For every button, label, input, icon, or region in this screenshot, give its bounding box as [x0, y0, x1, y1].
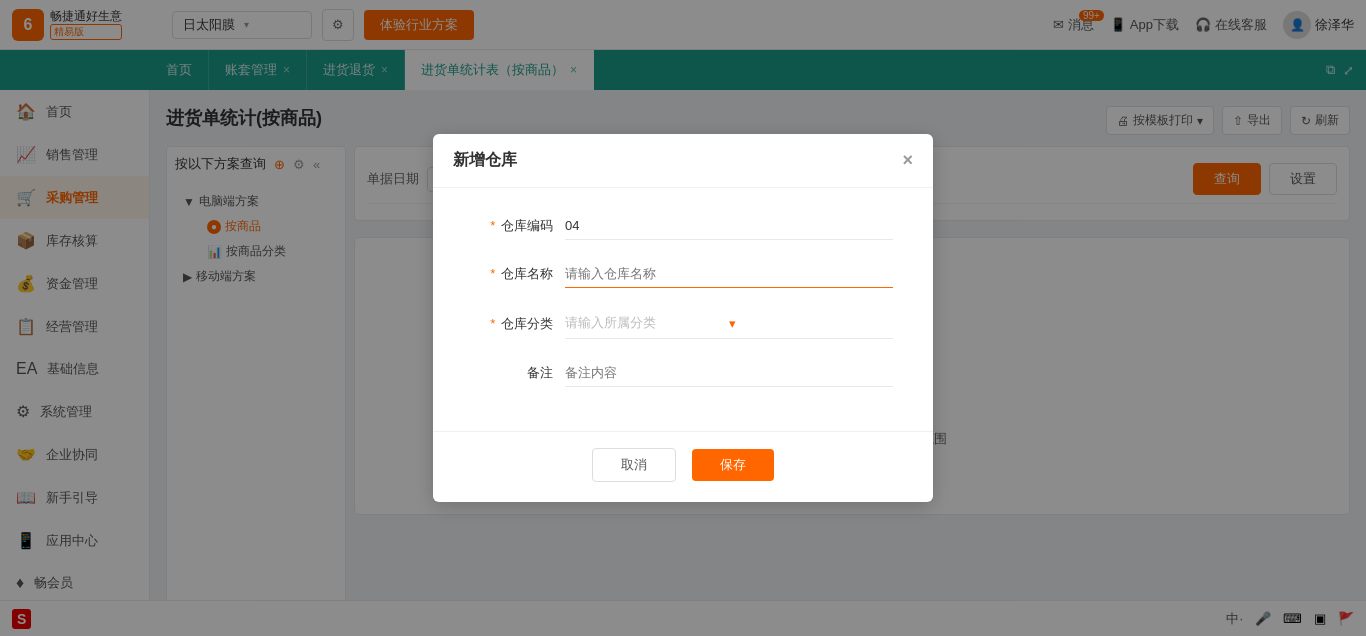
warehouse-name-label: * 仓库名称 [473, 265, 553, 283]
warehouse-name-row: * 仓库名称 [473, 260, 893, 288]
modal-header: 新增仓库 × [433, 134, 933, 188]
modal-close-icon[interactable]: × [902, 150, 913, 171]
new-warehouse-modal: 新增仓库 × * 仓库编码 * 仓库名称 [433, 134, 933, 502]
warehouse-code-input[interactable] [565, 212, 893, 240]
warehouse-code-row: * 仓库编码 [473, 212, 893, 240]
warehouse-category-select[interactable]: 请输入所属分类 ▾ [565, 308, 893, 339]
warehouse-remark-row: 备注 [473, 359, 893, 387]
modal-title: 新增仓库 [453, 150, 517, 171]
warehouse-category-label: * 仓库分类 [473, 315, 553, 333]
modal-footer: 取消 保存 [433, 431, 933, 502]
cancel-button[interactable]: 取消 [592, 448, 676, 482]
category-chevron-icon: ▾ [729, 316, 893, 331]
warehouse-remark-label: 备注 [473, 364, 553, 382]
modal-body: * 仓库编码 * 仓库名称 * 仓库分类 请输入所属 [433, 188, 933, 431]
modal-overlay: 新增仓库 × * 仓库编码 * 仓库名称 [0, 0, 1366, 636]
category-placeholder: 请输入所属分类 [565, 314, 729, 332]
warehouse-code-label: * 仓库编码 [473, 217, 553, 235]
save-button[interactable]: 保存 [692, 449, 774, 481]
warehouse-remark-input[interactable] [565, 359, 893, 387]
warehouse-category-row: * 仓库分类 请输入所属分类 ▾ [473, 308, 893, 339]
warehouse-name-input[interactable] [565, 260, 893, 288]
